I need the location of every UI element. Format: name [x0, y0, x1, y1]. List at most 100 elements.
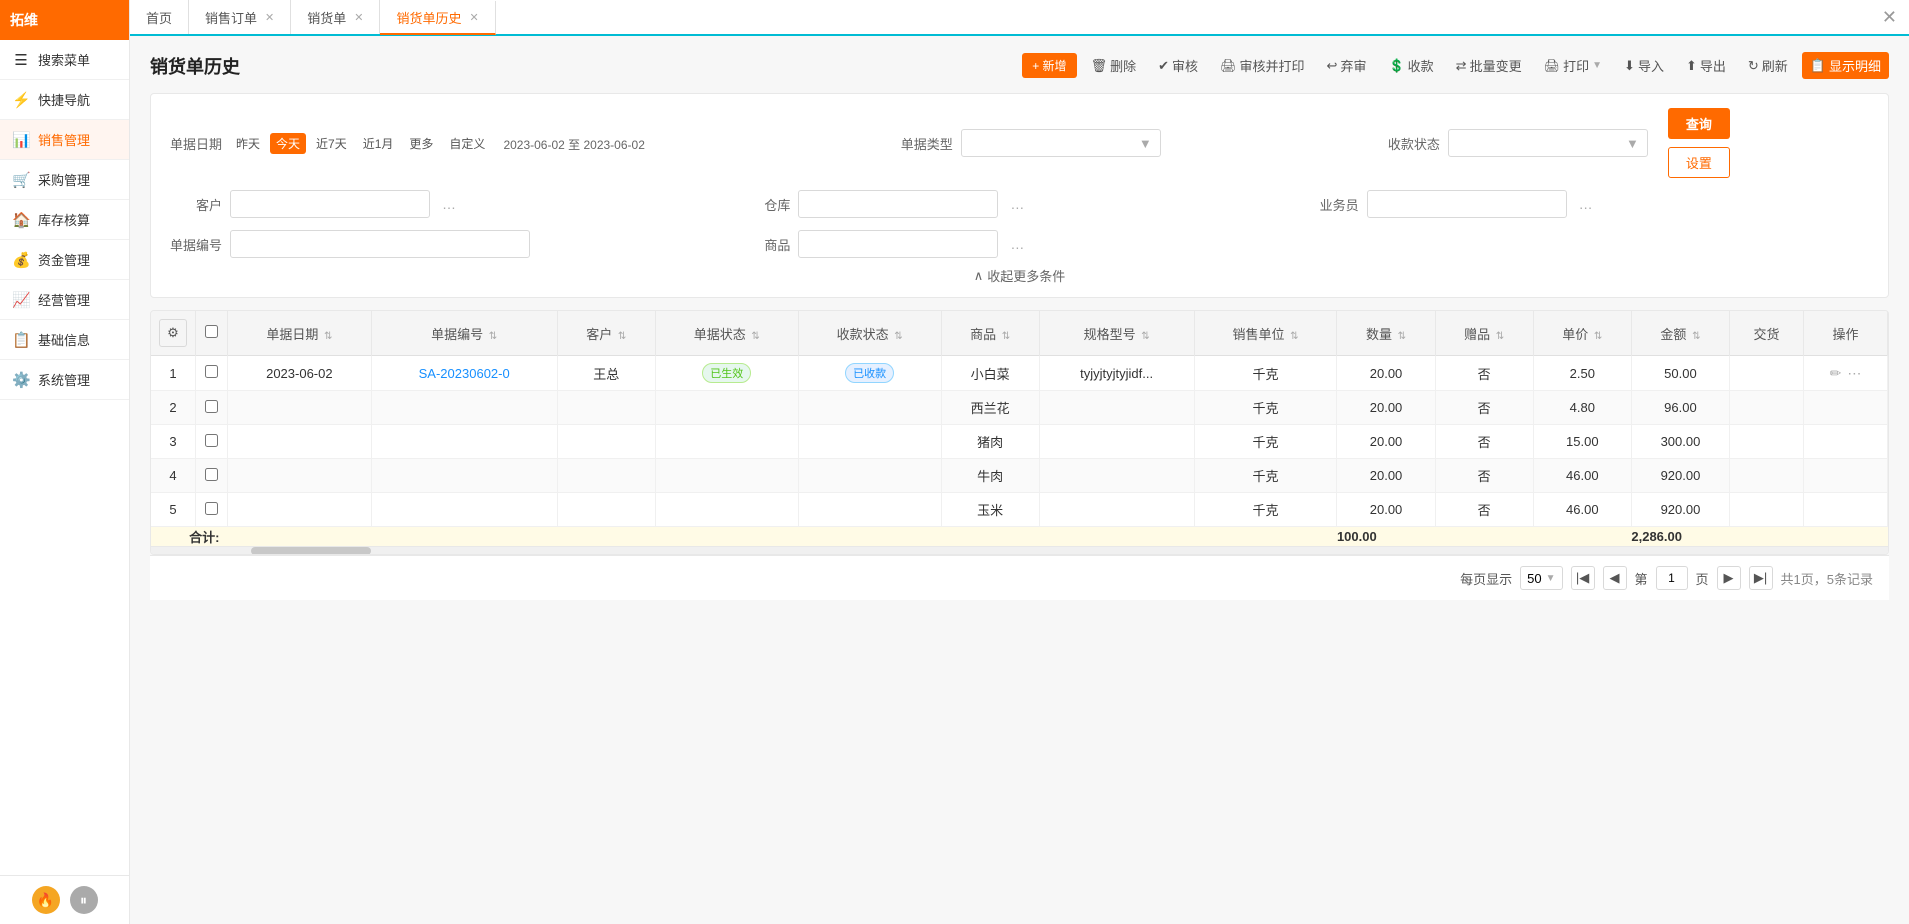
import-button[interactable]: ⬇ 导入	[1616, 52, 1672, 79]
col-gift[interactable]: 赠品 ⇅	[1435, 311, 1533, 356]
customer-cell	[557, 425, 655, 459]
collect-button[interactable]: 💲 收款	[1380, 52, 1441, 79]
tab-sales-history[interactable]: 销货单历史 ✕	[380, 1, 495, 35]
refresh-button[interactable]: ↻ 刷新	[1740, 52, 1796, 79]
col-customer[interactable]: 客户 ⇅	[557, 311, 655, 356]
doc-number-cell[interactable]: SA-20230602-0	[371, 356, 557, 391]
col-doc-date[interactable]: 单据日期 ⇅	[228, 311, 372, 356]
action-cell[interactable]	[1804, 425, 1888, 459]
sidebar-item-quick-nav[interactable]: ⚡ 快捷导航	[0, 80, 129, 120]
warehouse-input[interactable]	[798, 190, 998, 218]
col-quantity[interactable]: 数量 ⇅	[1337, 311, 1435, 356]
row-checkbox-input[interactable]	[205, 400, 218, 413]
date-tag-7days[interactable]: 近7天	[310, 133, 353, 154]
per-page-select[interactable]: 50 ▼	[1520, 566, 1562, 590]
sidebar-item-search-menu[interactable]: ☰ 搜索菜单	[0, 40, 129, 80]
goods-input[interactable]	[798, 230, 998, 258]
sidebar-footer-btn-fire[interactable]: 🔥	[32, 886, 60, 914]
col-unit-price[interactable]: 单价 ⇅	[1533, 311, 1631, 356]
customer-dots[interactable]: …	[442, 196, 456, 212]
doc-number-input[interactable]	[230, 230, 530, 258]
col-spec-type[interactable]: 规格型号 ⇅	[1039, 311, 1194, 356]
customer-input[interactable]	[230, 190, 430, 218]
salesperson-input[interactable]	[1367, 190, 1567, 218]
date-tag-more[interactable]: 更多	[403, 133, 439, 154]
table-scroll-bar[interactable]	[151, 546, 1888, 554]
row-checkbox[interactable]	[196, 493, 228, 527]
show-detail-button[interactable]: 📋 显示明细	[1802, 52, 1889, 79]
next-page-button[interactable]: ▶	[1717, 566, 1741, 590]
date-tag-1month[interactable]: 近1月	[357, 133, 400, 154]
doc-number-link[interactable]: SA-20230602-0	[419, 366, 510, 381]
col-sales-unit[interactable]: 销售单位 ⇅	[1194, 311, 1337, 356]
page-input[interactable]	[1656, 566, 1688, 590]
batch-change-button[interactable]: ⇄ 批量变更	[1448, 52, 1530, 79]
sidebar-item-base-info[interactable]: 📋 基础信息	[0, 320, 129, 360]
col-goods[interactable]: 商品 ⇅	[941, 311, 1039, 356]
sidebar-item-operations[interactable]: 📈 经营管理	[0, 280, 129, 320]
tab-sales-goods[interactable]: 销货单 ✕	[291, 0, 380, 34]
export-button[interactable]: ⬆ 导出	[1678, 52, 1734, 79]
tab-close-sales-goods[interactable]: ✕	[354, 11, 363, 24]
abandon-button[interactable]: ↩ 弃审	[1319, 52, 1375, 79]
more-icon[interactable]: ⋯	[1847, 365, 1861, 382]
salesperson-label: 业务员	[1304, 195, 1359, 214]
last-page-button[interactable]: ▶|	[1749, 566, 1773, 590]
select-all-checkbox[interactable]	[205, 325, 218, 338]
row-checkbox-input[interactable]	[205, 468, 218, 481]
col-doc-status[interactable]: 单据状态 ⇅	[655, 311, 798, 356]
amount-cell: 920.00	[1631, 459, 1729, 493]
date-tag-yesterday[interactable]: 昨天	[230, 133, 266, 154]
action-cell[interactable]	[1804, 493, 1888, 527]
row-checkbox-input[interactable]	[205, 365, 218, 378]
col-doc-number[interactable]: 单据编号 ⇅	[371, 311, 557, 356]
date-tag-custom[interactable]: 自定义	[443, 133, 491, 154]
row-checkbox-input[interactable]	[205, 434, 218, 447]
row-checkbox[interactable]	[196, 391, 228, 425]
collapse-button[interactable]: ∧ 收起更多条件	[167, 262, 1872, 289]
amount-cell: 96.00	[1631, 391, 1729, 425]
tab-close-sales-history[interactable]: ✕	[470, 11, 479, 24]
col-amount[interactable]: 金额 ⇅	[1631, 311, 1729, 356]
payment-status-cell	[798, 493, 941, 527]
sidebar-item-purchase-mgmt[interactable]: 🛒 采购管理	[0, 160, 129, 200]
prev-page-button[interactable]: ◀	[1603, 566, 1627, 590]
row-checkbox[interactable]	[196, 459, 228, 493]
col-settings[interactable]: ⚙	[151, 311, 196, 356]
row-checkbox[interactable]	[196, 425, 228, 459]
tab-home[interactable]: 首页	[130, 0, 189, 34]
payment-status-select[interactable]: ▼	[1448, 129, 1648, 157]
tab-close-all[interactable]: ✕	[1882, 7, 1909, 28]
tab-sales-order[interactable]: 销售订单 ✕	[189, 0, 291, 34]
tab-close-sales-order[interactable]: ✕	[265, 11, 274, 24]
sidebar-item-finance[interactable]: 💰 资金管理	[0, 240, 129, 280]
salesperson-dots[interactable]: …	[1579, 196, 1593, 212]
review-print-button[interactable]: 🖨 审核并打印	[1212, 52, 1313, 79]
row-num: 1	[151, 356, 196, 391]
action-cell[interactable]: ✏⋯	[1804, 356, 1888, 391]
doc-type-select[interactable]: ▼	[961, 129, 1161, 157]
goods-dots[interactable]: …	[1010, 236, 1024, 252]
sidebar-footer-btn-pause[interactable]: ⏸	[70, 886, 98, 914]
action-cell[interactable]	[1804, 459, 1888, 493]
first-page-button[interactable]: |◀	[1571, 566, 1595, 590]
settings-gear-icon[interactable]: ⚙	[159, 319, 187, 347]
col-payment-status[interactable]: 收款状态 ⇅	[798, 311, 941, 356]
sidebar-item-inventory[interactable]: 🏠 库存核算	[0, 200, 129, 240]
delete-button[interactable]: 🗑 删除	[1083, 52, 1145, 79]
add-button[interactable]: + 新增	[1022, 53, 1076, 78]
date-tag-today[interactable]: 今天	[270, 133, 306, 154]
warehouse-dots[interactable]: …	[1010, 196, 1024, 212]
unit-price-cell: 2.50	[1533, 356, 1631, 391]
print-button[interactable]: 🖨 打印 ▼	[1536, 52, 1610, 79]
sidebar-item-sales-mgmt[interactable]: 📊 销售管理	[0, 120, 129, 160]
row-checkbox[interactable]	[196, 356, 228, 391]
review-button[interactable]: ✔ 审核	[1150, 52, 1206, 79]
sidebar-item-sys-mgmt[interactable]: ⚙️ 系统管理	[0, 360, 129, 400]
settings-button[interactable]: 设置	[1668, 147, 1730, 178]
action-cell[interactable]	[1804, 391, 1888, 425]
query-button[interactable]: 查询	[1668, 108, 1730, 139]
edit-icon[interactable]: ✏	[1830, 365, 1842, 382]
row-checkbox-input[interactable]	[205, 502, 218, 515]
col-checkbox	[196, 311, 228, 356]
